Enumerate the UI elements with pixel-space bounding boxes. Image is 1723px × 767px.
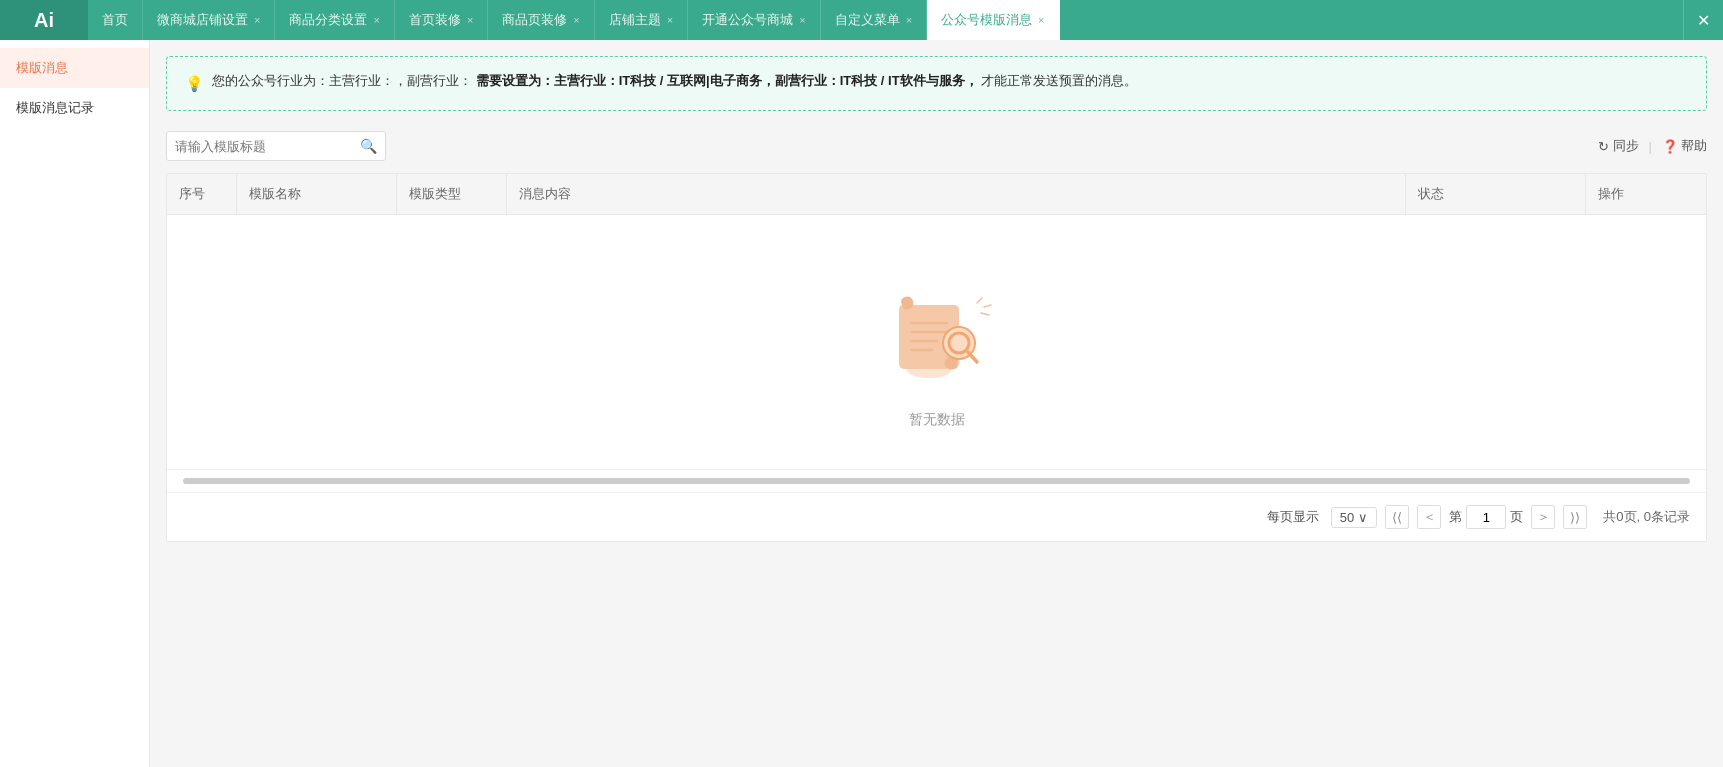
pagination: 每页显示 50 ∨ ⟨⟨ ＜ 第 页 ＞ ⟩⟩ 共0页, 0条记录 bbox=[167, 492, 1706, 541]
sidebar-item-template-message[interactable]: 模版消息 bbox=[0, 48, 149, 88]
search-icon[interactable]: 🔍 bbox=[360, 138, 377, 154]
close-tab-template-msg[interactable]: × bbox=[1038, 15, 1044, 26]
divider: | bbox=[1649, 139, 1652, 154]
tab-bar: 首页 微商城店铺设置 × 商品分类设置 × 首页装修 × 商品页装修 × 店铺主… bbox=[88, 0, 1683, 40]
per-page-label: 每页显示 bbox=[1267, 508, 1319, 526]
prev-page-button[interactable]: ＜ bbox=[1417, 505, 1441, 529]
th-type: 模版类型 bbox=[397, 174, 507, 214]
notice-icon: 💡 bbox=[185, 72, 204, 96]
tab-category[interactable]: 商品分类设置 × bbox=[275, 0, 394, 40]
th-seq: 序号 bbox=[167, 174, 237, 214]
horizontal-scrollbar[interactable] bbox=[167, 469, 1706, 492]
th-status: 状态 bbox=[1406, 174, 1586, 214]
close-tab-shop-theme[interactable]: × bbox=[667, 15, 673, 26]
global-close-button[interactable]: ✕ bbox=[1683, 0, 1723, 40]
sidebar: 模版消息 模版消息记录 bbox=[0, 40, 150, 767]
svg-line-7 bbox=[968, 352, 977, 362]
main-content: 💡 您的公众号行业为：主营行业：，副营行业： 需要设置为：主营行业：IT科技 /… bbox=[150, 40, 1723, 767]
close-tab-weishop[interactable]: × bbox=[254, 15, 260, 26]
empty-illustration bbox=[877, 275, 997, 395]
page-input-group: 第 页 bbox=[1449, 505, 1523, 529]
search-left: 🔍 bbox=[166, 131, 386, 161]
th-content: 消息内容 bbox=[507, 174, 1406, 214]
svg-line-9 bbox=[984, 305, 991, 307]
close-tab-category[interactable]: × bbox=[373, 15, 379, 26]
notice-box: 💡 您的公众号行业为：主营行业：，副营行业： 需要设置为：主营行业：IT科技 /… bbox=[166, 56, 1707, 111]
page-label: 第 bbox=[1449, 508, 1462, 526]
tab-homepage-decor[interactable]: 首页装修 × bbox=[395, 0, 488, 40]
search-input-wrap[interactable]: 🔍 bbox=[166, 131, 386, 161]
next-page-button[interactable]: ＞ bbox=[1531, 505, 1555, 529]
table-header: 序号 模版名称 模版类型 消息内容 状态 操作 bbox=[167, 174, 1706, 215]
close-tab-homepage-decor[interactable]: × bbox=[467, 15, 473, 26]
app-logo: Ai bbox=[0, 0, 88, 40]
tab-template-msg[interactable]: 公众号模版消息 × bbox=[927, 0, 1059, 40]
tab-open-mall[interactable]: 开通公众号商城 × bbox=[688, 0, 820, 40]
page-unit: 页 bbox=[1510, 508, 1523, 526]
close-tab-open-mall[interactable]: × bbox=[799, 15, 805, 26]
close-tab-product-decor[interactable]: × bbox=[573, 15, 579, 26]
tab-product-decor[interactable]: 商品页装修 × bbox=[488, 0, 594, 40]
per-page-select[interactable]: 50 ∨ bbox=[1331, 507, 1377, 528]
main-layout: 模版消息 模版消息记录 💡 您的公众号行业为：主营行业：，副营行业： 需要设置为… bbox=[0, 40, 1723, 767]
empty-text: 暂无数据 bbox=[909, 411, 965, 429]
page-number-input[interactable] bbox=[1466, 505, 1506, 529]
th-name: 模版名称 bbox=[237, 174, 397, 214]
tab-weishop[interactable]: 微商城店铺设置 × bbox=[143, 0, 275, 40]
per-page-value: 50 bbox=[1340, 510, 1354, 525]
svg-line-10 bbox=[981, 313, 989, 315]
top-navigation: Ai 首页 微商城店铺设置 × 商品分类设置 × 首页装修 × 商品页装修 × … bbox=[0, 0, 1723, 40]
tab-home[interactable]: 首页 bbox=[88, 0, 143, 40]
search-right: ↻ 同步 | ❓ 帮助 bbox=[1598, 137, 1707, 155]
data-table: 序号 模版名称 模版类型 消息内容 状态 操作 bbox=[166, 173, 1707, 542]
close-tab-custom-menu[interactable]: × bbox=[906, 15, 912, 26]
empty-state: 暂无数据 bbox=[167, 215, 1706, 469]
chevron-down-icon: ∨ bbox=[1358, 510, 1368, 525]
search-input[interactable] bbox=[175, 139, 360, 154]
svg-line-8 bbox=[977, 298, 982, 303]
scrollbar-track[interactable] bbox=[183, 478, 1690, 484]
search-bar: 🔍 ↻ 同步 | ❓ 帮助 bbox=[166, 131, 1707, 161]
total-info: 共0页, 0条记录 bbox=[1603, 508, 1690, 526]
tab-shop-theme[interactable]: 店铺主题 × bbox=[595, 0, 688, 40]
sync-button[interactable]: ↻ 同步 bbox=[1598, 137, 1639, 155]
sync-icon: ↻ bbox=[1598, 139, 1609, 154]
last-page-button[interactable]: ⟩⟩ bbox=[1563, 505, 1587, 529]
help-button[interactable]: ❓ 帮助 bbox=[1662, 137, 1707, 155]
sidebar-item-template-record[interactable]: 模版消息记录 bbox=[0, 88, 149, 128]
th-action: 操作 bbox=[1586, 174, 1706, 214]
tab-custom-menu[interactable]: 自定义菜单 × bbox=[821, 0, 927, 40]
first-page-button[interactable]: ⟨⟨ bbox=[1385, 505, 1409, 529]
notice-text: 您的公众号行业为：主营行业：，副营行业： 需要设置为：主营行业：IT科技 / 互… bbox=[212, 71, 1137, 92]
help-icon: ❓ bbox=[1662, 139, 1678, 154]
